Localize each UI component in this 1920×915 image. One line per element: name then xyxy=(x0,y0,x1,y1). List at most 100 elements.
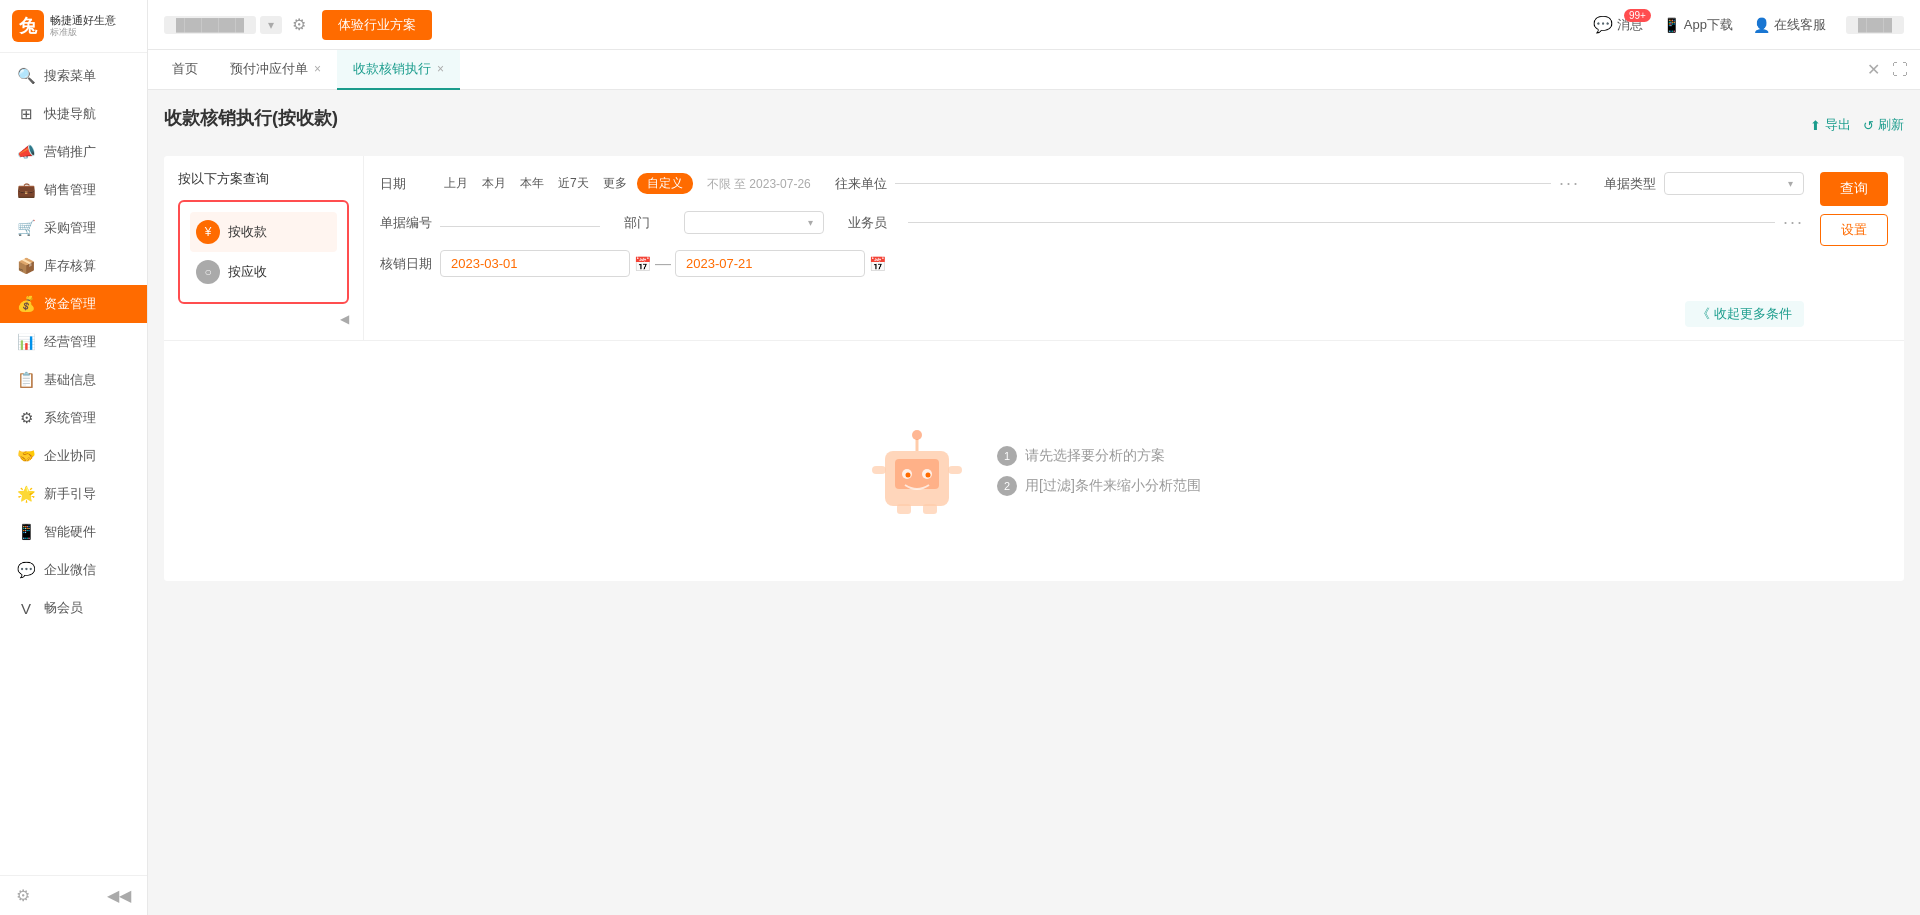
date-btn-this-month[interactable]: 本月 xyxy=(478,173,510,194)
tabbar: 首页 预付冲应付单 × 收款核销执行 × ✕ ⛶ xyxy=(148,50,1920,90)
sidebar-item-7[interactable]: 📊经营管理 xyxy=(0,323,147,361)
export-button[interactable]: ⬆ 导出 xyxy=(1810,116,1851,134)
filter-collapse-btn[interactable]: ◀ xyxy=(178,312,349,326)
filter-option-by-receipt[interactable]: ¥ 按收款 xyxy=(190,212,337,252)
verify-date-end-input[interactable] xyxy=(675,250,865,277)
date-group: 日期 上月 本月 本年 近7天 更多 自定义 不限 至 2023-07-26 xyxy=(380,173,811,194)
dept-arrow: ▾ xyxy=(808,217,813,228)
tab-label-1: 预付冲应付单 xyxy=(230,60,308,78)
date-shortcuts: 上月 本月 本年 近7天 更多 自定义 xyxy=(440,173,693,194)
date-btn-this-year[interactable]: 本年 xyxy=(516,173,548,194)
sidebar-item-4[interactable]: 🛒采购管理 xyxy=(0,209,147,247)
dept-select[interactable]: ▾ xyxy=(684,211,824,234)
collapse-icon[interactable]: ◀◀ xyxy=(107,886,131,905)
sidebar-icon-9: ⚙ xyxy=(16,409,36,427)
doc-type-group: 单据类型 ▾ xyxy=(1604,172,1804,195)
industry-solution-button[interactable]: 体验行业方案 xyxy=(322,10,432,40)
svg-point-5 xyxy=(926,473,931,478)
partner-group: 往来单位 ··· xyxy=(835,173,1580,194)
svg-point-7 xyxy=(912,430,922,440)
message-badge: 99+ xyxy=(1624,9,1651,22)
verify-date-start-input[interactable] xyxy=(440,250,630,277)
tab-1[interactable]: 预付冲应付单 × xyxy=(214,50,337,90)
expand-tab-button[interactable]: ⛶ xyxy=(1888,57,1912,83)
sidebar-icon-5: 📦 xyxy=(16,257,36,275)
settings-icon[interactable]: ⚙ xyxy=(16,886,30,905)
form-row-3: 核销日期 📅 — 📅 xyxy=(380,250,1804,277)
calendar-start-icon[interactable]: 📅 xyxy=(634,256,651,272)
refresh-button[interactable]: ↺ 刷新 xyxy=(1863,116,1904,134)
app-download-button[interactable]: 📱 App下载 xyxy=(1663,16,1733,34)
filter-option-by-receivable[interactable]: ○ 按应收 xyxy=(190,252,337,292)
date-btn-7days[interactable]: 近7天 xyxy=(554,173,593,194)
doc-type-select[interactable]: ▾ xyxy=(1664,172,1804,195)
tab-label-2: 收款核销执行 xyxy=(353,60,431,78)
sidebar-icon-0: 🔍 xyxy=(16,67,36,85)
main-card: 按以下方案查询 ¥ 按收款 ○ 按应收 ◀ xyxy=(164,156,1904,581)
tab-0[interactable]: 首页 xyxy=(156,50,214,90)
sidebar-icon-7: 📊 xyxy=(16,333,36,351)
sidebar-item-5[interactable]: 📦库存核算 xyxy=(0,247,147,285)
sidebar-item-14[interactable]: V畅会员 xyxy=(0,589,147,627)
date-btn-custom[interactable]: 自定义 xyxy=(637,173,693,194)
sidebar-item-10[interactable]: 🤝企业协同 xyxy=(0,437,147,475)
tip-1-number: 1 xyxy=(997,446,1017,466)
sidebar-item-1[interactable]: ⊞快捷导航 xyxy=(0,95,147,133)
filter-panel-title: 按以下方案查询 xyxy=(178,170,349,188)
sidebar-bottom: ⚙ ◀◀ xyxy=(0,875,147,915)
date-separator: — xyxy=(655,255,671,273)
sidebar-item-2[interactable]: 📣营销推广 xyxy=(0,133,147,171)
svg-rect-8 xyxy=(872,466,886,474)
page-header: 收款核销执行(按收款) ⬆ 导出 ↺ 刷新 xyxy=(164,106,1904,144)
message-button[interactable]: 💬 消息 99+ xyxy=(1593,15,1643,34)
sidebar-item-8[interactable]: 📋基础信息 xyxy=(0,361,147,399)
empty-tips: 1 请先选择要分析的方案 2 用[过滤]条件来缩小分析范围 xyxy=(997,446,1201,496)
tab-label-0: 首页 xyxy=(172,60,198,78)
sidebar-item-11[interactable]: 🌟新手引导 xyxy=(0,475,147,513)
export-icon: ⬆ xyxy=(1810,118,1821,133)
sidebar-item-0[interactable]: 🔍搜索菜单 xyxy=(0,57,147,95)
online-service-button[interactable]: 👤 在线客服 xyxy=(1753,16,1826,34)
tab-2[interactable]: 收款核销执行 × xyxy=(337,50,460,90)
empty-tip-1: 1 请先选择要分析的方案 xyxy=(997,446,1201,466)
tip-2-number: 2 xyxy=(997,476,1017,496)
close-tab-button[interactable]: ✕ xyxy=(1863,56,1884,83)
tabbar-actions: ✕ ⛶ xyxy=(1863,56,1912,83)
svg-point-4 xyxy=(906,473,911,478)
svg-rect-1 xyxy=(895,459,939,489)
gear-button[interactable]: ⚙ xyxy=(292,15,306,34)
sidebar-icon-13: 💬 xyxy=(16,561,36,579)
topbar-left: ████████ ▾ ⚙ 体验行业方案 xyxy=(164,10,1593,40)
sidebar-icon-14: V xyxy=(16,600,36,617)
svg-rect-10 xyxy=(897,504,911,514)
setting-button[interactable]: 设置 xyxy=(1820,214,1888,246)
partner-more-icon[interactable]: ··· xyxy=(1559,173,1580,194)
date-range-display: 不限 至 2023-07-26 xyxy=(707,176,811,193)
date-btn-more[interactable]: 更多 xyxy=(599,173,631,194)
doc-type-arrow: ▾ xyxy=(1788,178,1793,189)
sidebar-icon-10: 🤝 xyxy=(16,447,36,465)
sidebar-icon-4: 🛒 xyxy=(16,219,36,237)
sidebar-item-13[interactable]: 💬企业微信 xyxy=(0,551,147,589)
sidebar-item-9[interactable]: ⚙系统管理 xyxy=(0,399,147,437)
empty-state: 1 请先选择要分析的方案 2 用[过滤]条件来缩小分析范围 xyxy=(164,340,1904,581)
company-selector[interactable]: ████████ ▾ xyxy=(164,16,282,34)
app-logo: 兔 畅捷通好生意 标准版 xyxy=(0,0,147,53)
query-button[interactable]: 查询 xyxy=(1820,172,1888,206)
query-area: 日期 上月 本月 本年 近7天 更多 自定义 不限 至 2023-07-26 xyxy=(364,156,1820,340)
doc-type-label: 单据类型 xyxy=(1604,175,1656,193)
doc-no-label: 单据编号 xyxy=(380,214,432,232)
sidebar-item-12[interactable]: 📱智能硬件 xyxy=(0,513,147,551)
calendar-end-icon[interactable]: 📅 xyxy=(869,256,886,272)
date-btn-last-month[interactable]: 上月 xyxy=(440,173,472,194)
staff-more-icon[interactable]: ··· xyxy=(1783,212,1804,233)
tab-close-1[interactable]: × xyxy=(314,62,321,76)
sidebar-icon-3: 💼 xyxy=(16,181,36,199)
verify-date-group: 核销日期 📅 — 📅 xyxy=(380,250,886,277)
staff-label: 业务员 xyxy=(848,214,900,232)
collapse-more-button[interactable]: 《 收起更多条件 xyxy=(1685,301,1804,327)
sidebar-item-3[interactable]: 💼销售管理 xyxy=(0,171,147,209)
sidebar-item-6[interactable]: 💰资金管理 xyxy=(0,285,147,323)
verify-date-range: 📅 — 📅 xyxy=(440,250,886,277)
tab-close-2[interactable]: × xyxy=(437,62,444,76)
